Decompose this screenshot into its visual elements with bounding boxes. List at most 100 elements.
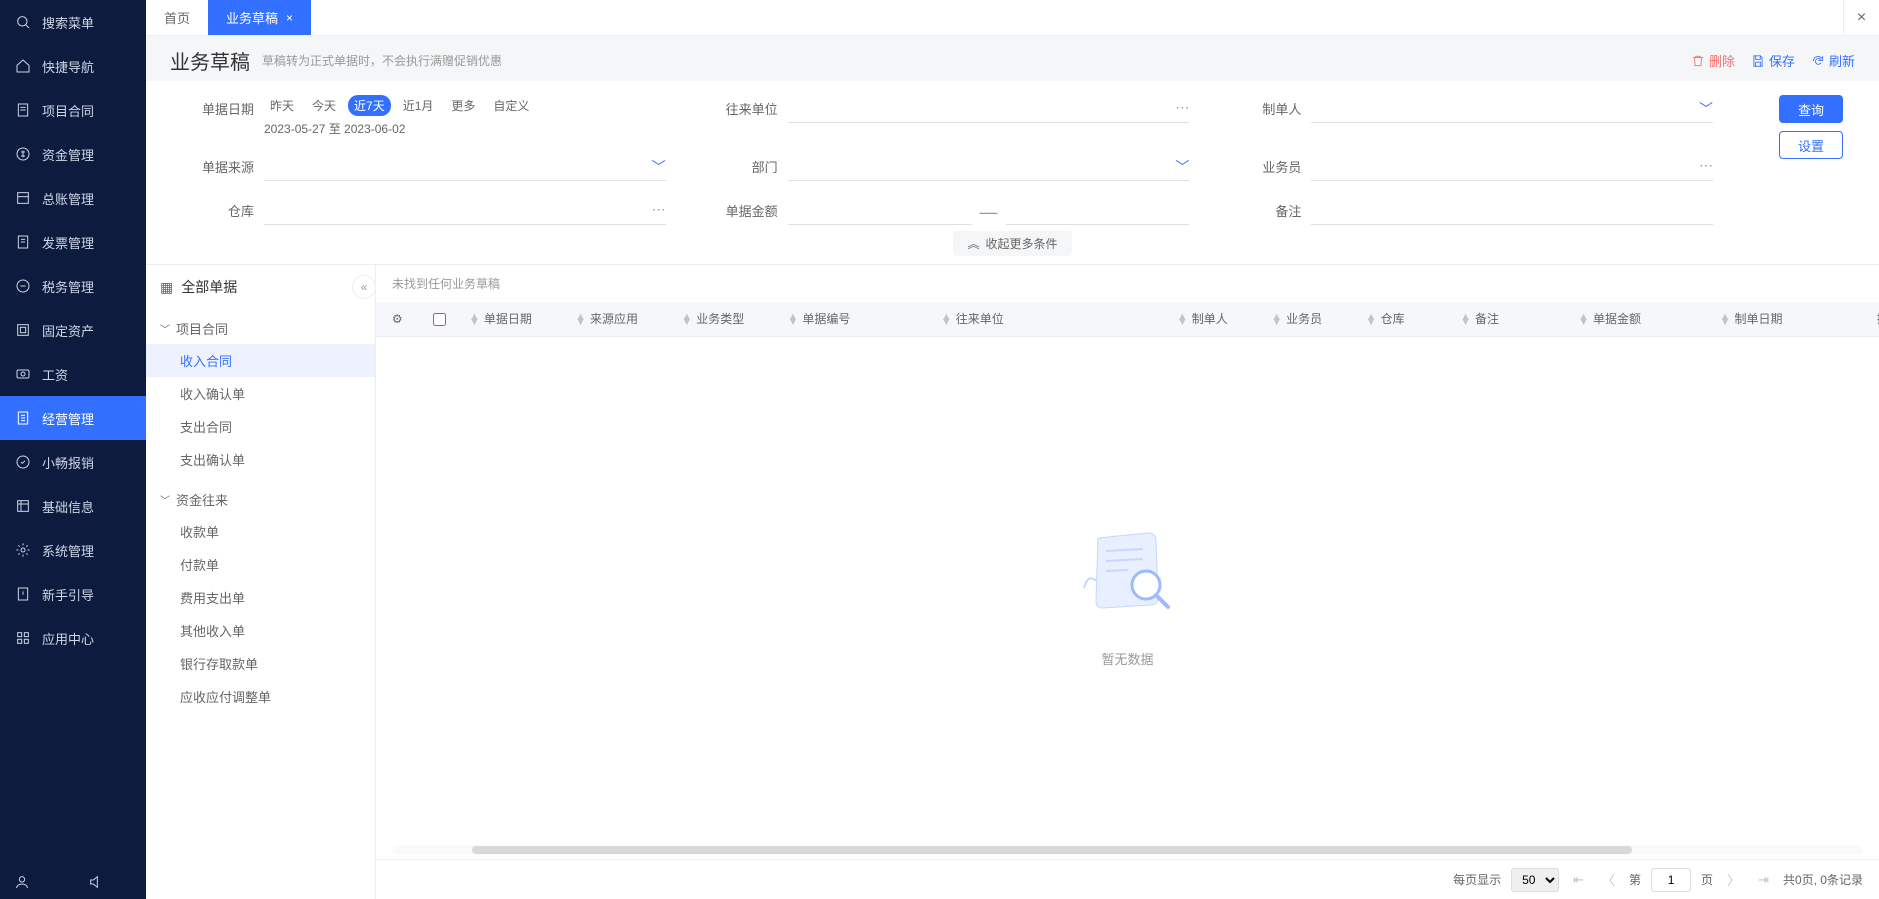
page-size-select[interactable]: 50 [1511,868,1559,892]
close-icon[interactable]: × [286,11,293,25]
tree-leaf[interactable]: 支出确认单 [146,443,375,476]
date-quick-option[interactable]: 近7天 [348,95,391,116]
collapse-filters-button[interactable]: ︽ 收起更多条件 [953,231,1071,256]
tree-leaf[interactable]: 收入确认单 [146,377,375,410]
column-header[interactable]: ▲▼制单日期 [1712,302,1842,336]
sidebar-item-label: 发票管理 [42,233,94,252]
sidebar-item-label: 搜索菜单 [42,13,94,32]
column-header[interactable]: ▲▼制单人 [1169,302,1263,336]
tab[interactable]: 首页 [146,0,208,35]
sort-icon[interactable]: ▲▼ [1271,315,1282,325]
column-header[interactable]: ▲▼单据金额 [1570,302,1712,336]
first-page-button[interactable]: ⇤ [1569,872,1588,888]
more-icon[interactable]: ⋯ [652,201,666,218]
chevron-down-icon[interactable]: ﹀ [1175,157,1189,177]
source-input[interactable] [264,153,666,181]
sort-icon[interactable]: ▲▼ [575,315,586,325]
system-icon [14,541,32,559]
table-hint: 未找到任何业务草稿 [376,265,1879,302]
sort-icon[interactable]: ▲▼ [1177,315,1188,325]
sidebar-item-invoice[interactable]: 发票管理 [0,220,146,264]
department-input[interactable] [788,153,1190,181]
tree-group[interactable]: ﹀项目合同 [146,313,375,344]
query-button[interactable]: 查询 [1779,95,1843,123]
date-quick-option[interactable]: 今天 [306,95,342,116]
sidebar-item-asset[interactable]: 固定资产 [0,308,146,352]
creator-input[interactable] [1311,95,1713,123]
tree-group[interactable]: ﹀资金往来 [146,484,375,515]
sidebar-item-system[interactable]: 系统管理 [0,528,146,572]
tree-leaf[interactable]: 支出合同 [146,410,375,443]
column-header[interactable]: ▲▼业务类型 [673,302,779,336]
save-button[interactable]: 保存 [1751,51,1795,70]
sidebar-item-expense[interactable]: 小畅报销 [0,440,146,484]
tree-leaf[interactable]: 应收应付调整单 [146,680,375,713]
sort-icon[interactable]: ▲▼ [1720,315,1731,325]
page-number-input[interactable] [1651,868,1691,892]
operator-input[interactable] [1311,153,1713,181]
column-header[interactable]: ▲▼单据日期 [461,302,567,336]
chevron-down-icon[interactable]: ﹀ [652,157,666,177]
sidebar-item-contract[interactable]: 项目合同 [0,88,146,132]
sort-icon[interactable]: ▲▼ [788,315,799,325]
sidebar-item-tax[interactable]: 税务管理 [0,264,146,308]
amount-from-input[interactable] [788,197,972,225]
sidebar-item-base[interactable]: 基础信息 [0,484,146,528]
next-page-button[interactable]: 〉 [1723,870,1744,889]
prev-page-button[interactable]: 〈 [1598,870,1619,889]
last-page-button[interactable]: ⇥ [1754,872,1773,888]
settings-button[interactable]: 设置 [1779,131,1843,159]
scrollbar-thumb[interactable] [472,846,1632,854]
date-quick-option[interactable]: 自定义 [487,95,535,116]
sidebar-item-search[interactable]: 搜索菜单 [0,0,146,44]
partner-input[interactable] [788,95,1190,123]
column-header[interactable]: ▲▼往来单位 [933,302,1169,336]
column-header[interactable]: 操作 [1841,302,1879,336]
chevron-down-icon[interactable]: ﹀ [1699,99,1713,119]
delete-button[interactable]: 删除 [1691,51,1735,70]
tree-leaf[interactable]: 收款单 [146,515,375,548]
select-all-checkbox[interactable] [433,313,446,326]
sidebar-item-ledger[interactable]: 总账管理 [0,176,146,220]
refresh-button[interactable]: 刷新 [1811,51,1855,70]
column-header[interactable]: ▲▼仓库 [1358,302,1452,336]
tree-leaf[interactable]: 费用支出单 [146,581,375,614]
warehouse-input[interactable] [264,197,666,225]
sort-icon[interactable]: ▲▼ [681,315,692,325]
tree-leaf[interactable]: 付款单 [146,548,375,581]
more-icon[interactable]: ⋯ [1175,99,1189,116]
more-icon[interactable]: ⋯ [1699,157,1713,174]
tree-leaf[interactable]: 收入合同 [146,344,375,377]
sound-icon[interactable] [88,874,104,893]
horizontal-scrollbar[interactable] [392,845,1863,855]
date-quick-option[interactable]: 昨天 [264,95,300,116]
sort-icon[interactable]: ▲▼ [469,315,480,325]
sort-icon[interactable]: ▲▼ [1578,315,1589,325]
sort-icon[interactable]: ▲▼ [1460,315,1471,325]
sidebar-item-fund[interactable]: 资金管理 [0,132,146,176]
gear-icon[interactable]: ⚙ [392,312,403,326]
date-quick-option[interactable]: 更多 [445,95,481,116]
column-settings[interactable]: ⚙ [376,302,418,336]
sort-icon[interactable]: ▲▼ [941,315,952,325]
table-scroll[interactable]: ⚙ ▲▼单据日期▲▼来源应用▲▼业务类型▲▼单据编号▲▼往来单位▲▼制单人▲▼业务… [376,302,1879,337]
sidebar-item-home[interactable]: 快捷导航 [0,44,146,88]
tree-leaf[interactable]: 其他收入单 [146,614,375,647]
sidebar-item-apps[interactable]: 应用中心 [0,616,146,660]
sort-icon[interactable]: ▲▼ [1366,315,1377,325]
sidebar-item-biz[interactable]: 经营管理 [0,396,146,440]
sidebar-item-salary[interactable]: 工资 [0,352,146,396]
amount-to-input[interactable] [1006,197,1190,225]
date-quick-option[interactable]: 近1月 [397,95,440,116]
column-header[interactable]: ▲▼业务员 [1263,302,1357,336]
column-header[interactable]: ▲▼来源应用 [567,302,673,336]
column-header[interactable]: ▲▼备注 [1452,302,1570,336]
remark-input[interactable] [1311,197,1713,225]
sidebar-item-guide[interactable]: 新手引导 [0,572,146,616]
tab[interactable]: 业务草稿× [208,0,311,35]
collapse-tree-button[interactable]: « [352,275,376,299]
close-all-tabs-button[interactable]: × [1843,0,1879,35]
tree-leaf[interactable]: 银行存取款单 [146,647,375,680]
user-icon[interactable] [14,874,30,893]
column-header[interactable]: ▲▼单据编号 [780,302,933,336]
